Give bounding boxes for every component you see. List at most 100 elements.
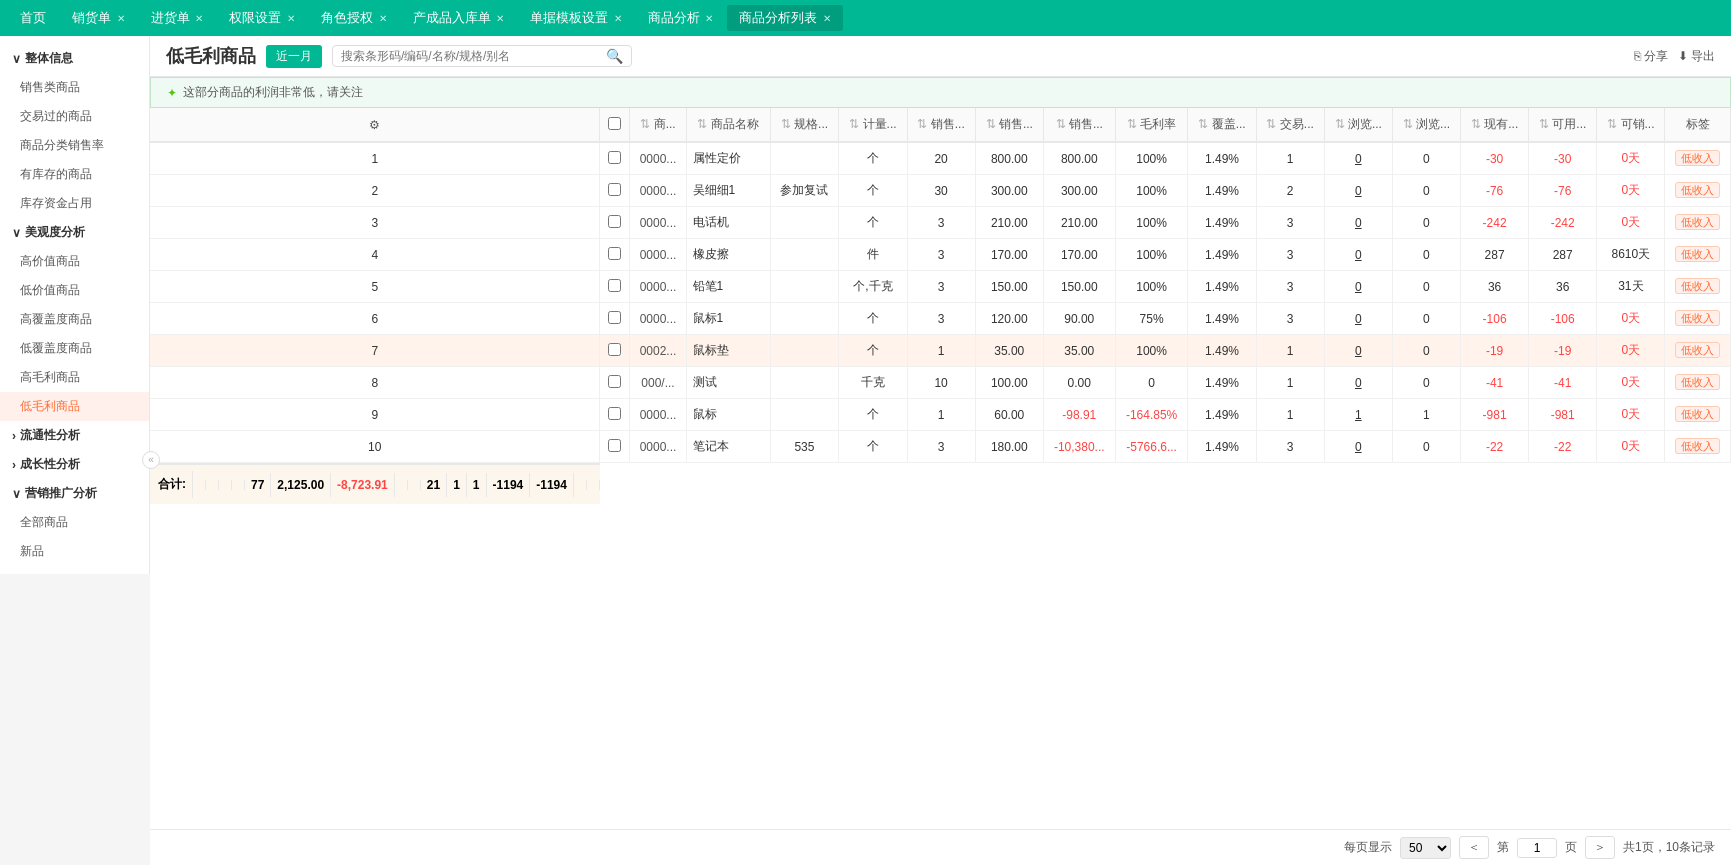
- row-checkbox-5[interactable]: [608, 311, 621, 324]
- sidebar-group-overall[interactable]: ∨ 整体信息: [0, 44, 149, 73]
- td-browse1-3[interactable]: 0: [1324, 239, 1392, 271]
- row-checkbox-0[interactable]: [608, 151, 621, 164]
- th-gross-margin[interactable]: ⇅ 毛利率: [1115, 108, 1188, 142]
- sidebar-item-capital[interactable]: 库存资金占用: [0, 189, 149, 218]
- td-checkbox-7[interactable]: [600, 367, 630, 399]
- nav-sales-close[interactable]: ✕: [117, 13, 125, 24]
- th-sales-profit[interactable]: ⇅ 销售...: [1043, 108, 1115, 142]
- td-browse1-8[interactable]: 1: [1324, 399, 1392, 431]
- td-browse1-5[interactable]: 0: [1324, 303, 1392, 335]
- row-checkbox-8[interactable]: [608, 407, 621, 420]
- nav-sales[interactable]: 销货单 ✕: [60, 5, 137, 31]
- td-browse1-7[interactable]: 0: [1324, 367, 1392, 399]
- row-checkbox-2[interactable]: [608, 215, 621, 228]
- th-tag[interactable]: 标签: [1665, 108, 1731, 142]
- td-sales-price-4: 150.00: [975, 271, 1043, 303]
- td-browse1-2[interactable]: 0: [1324, 207, 1392, 239]
- td-checkbox-9[interactable]: [600, 431, 630, 463]
- sidebar-item-high-margin[interactable]: 高毛利商品: [0, 363, 149, 392]
- td-gross-margin-7: 0: [1115, 367, 1188, 399]
- row-checkbox-9[interactable]: [608, 439, 621, 452]
- row-checkbox-3[interactable]: [608, 247, 621, 260]
- filter-recent-month-btn[interactable]: 近一月: [266, 45, 322, 68]
- nav-permission[interactable]: 权限设置 ✕: [217, 5, 307, 31]
- td-checkbox-5[interactable]: [600, 303, 630, 335]
- nav-product-entry[interactable]: 产成品入库单 ✕: [401, 5, 517, 31]
- nav-goods-analysis-list-close[interactable]: ✕: [823, 13, 831, 24]
- td-checkbox-4[interactable]: [600, 271, 630, 303]
- nav-goods-analysis-list[interactable]: 商品分析列表 ✕: [727, 5, 843, 31]
- sidebar-item-category-rate[interactable]: 商品分类销售率: [0, 131, 149, 160]
- export-btn[interactable]: ⬇ 导出: [1678, 48, 1715, 65]
- row-checkbox-4[interactable]: [608, 279, 621, 292]
- th-code[interactable]: ⇅ 商...: [630, 108, 686, 142]
- select-all-checkbox[interactable]: [608, 117, 621, 130]
- td-browse1-9[interactable]: 0: [1324, 431, 1392, 463]
- nav-role[interactable]: 角色授权 ✕: [309, 5, 399, 31]
- th-browse1[interactable]: ⇅ 浏览...: [1324, 108, 1392, 142]
- td-name-1: 吴细细1: [686, 175, 770, 207]
- nav-product-entry-close[interactable]: ✕: [496, 13, 504, 24]
- sidebar-collapse-btn[interactable]: «: [142, 451, 160, 469]
- th-transaction[interactable]: ⇅ 交易...: [1256, 108, 1324, 142]
- per-page-select[interactable]: 20 50 100: [1400, 837, 1451, 859]
- th-unit[interactable]: ⇅ 计量...: [839, 108, 907, 142]
- nav-goods-analysis[interactable]: 商品分析 ✕: [636, 5, 726, 31]
- sidebar-item-high-coverage[interactable]: 高覆盖度商品: [0, 305, 149, 334]
- row-checkbox-6[interactable]: [608, 343, 621, 356]
- sidebar-item-low-value[interactable]: 低价值商品: [0, 276, 149, 305]
- nav-purchase[interactable]: 进货单 ✕: [139, 5, 216, 31]
- th-name[interactable]: ⇅ 商品名称: [686, 108, 770, 142]
- td-checkbox-2[interactable]: [600, 207, 630, 239]
- sidebar-group-marketing[interactable]: ∨ 营销推广分析: [0, 479, 149, 508]
- search-icon[interactable]: 🔍: [606, 48, 623, 64]
- sidebar-group-growth[interactable]: › 成长性分析: [0, 450, 149, 479]
- nav-home[interactable]: 首页: [8, 5, 58, 31]
- sidebar-item-new-goods[interactable]: 新品: [0, 537, 149, 566]
- nav-template[interactable]: 单据模板设置 ✕: [518, 5, 634, 31]
- sort-icon-10: ⇅: [1266, 117, 1276, 131]
- row-checkbox-1[interactable]: [608, 183, 621, 196]
- sidebar-item-low-margin[interactable]: 低毛利商品: [0, 392, 149, 421]
- nav-goods-analysis-close[interactable]: ✕: [705, 13, 713, 24]
- nav-template-close[interactable]: ✕: [614, 13, 622, 24]
- td-checkbox-6[interactable]: [600, 335, 630, 367]
- nav-purchase-close[interactable]: ✕: [195, 13, 203, 24]
- td-browse1-6[interactable]: 0: [1324, 335, 1392, 367]
- th-checkbox[interactable]: [600, 108, 630, 142]
- td-checkbox-1[interactable]: [600, 175, 630, 207]
- sidebar-group-aesthetic[interactable]: ∨ 美观度分析: [0, 218, 149, 247]
- sidebar-item-stocked-goods[interactable]: 有库存的商品: [0, 160, 149, 189]
- prev-page-btn[interactable]: ＜: [1459, 836, 1489, 859]
- th-sales-count[interactable]: ⇅ 销售...: [907, 108, 975, 142]
- th-browse2[interactable]: ⇅ 浏览...: [1392, 108, 1460, 142]
- td-available-7: -41: [1529, 367, 1597, 399]
- td-browse1-4[interactable]: 0: [1324, 271, 1392, 303]
- td-checkbox-8[interactable]: [600, 399, 630, 431]
- th-saleable[interactable]: ⇅ 可销...: [1597, 108, 1665, 142]
- sidebar-item-high-value[interactable]: 高价值商品: [0, 247, 149, 276]
- th-current[interactable]: ⇅ 现有...: [1461, 108, 1529, 142]
- sidebar-item-sales-goods[interactable]: 销售类商品: [0, 73, 149, 102]
- td-available-8: -981: [1529, 399, 1597, 431]
- td-browse1-1[interactable]: 0: [1324, 175, 1392, 207]
- td-checkbox-3[interactable]: [600, 239, 630, 271]
- next-page-btn[interactable]: ＞: [1585, 836, 1615, 859]
- th-settings[interactable]: ⚙: [150, 108, 600, 142]
- sidebar-item-all-goods[interactable]: 全部商品: [0, 508, 149, 537]
- td-checkbox-0[interactable]: [600, 142, 630, 175]
- nav-permission-close[interactable]: ✕: [287, 13, 295, 24]
- sidebar-item-low-coverage[interactable]: 低覆盖度商品: [0, 334, 149, 363]
- nav-role-close[interactable]: ✕: [379, 13, 387, 24]
- sidebar-group-liquidity[interactable]: › 流通性分析: [0, 421, 149, 450]
- th-coverage[interactable]: ⇅ 覆盖...: [1188, 108, 1256, 142]
- share-btn[interactable]: ⎘ 分享: [1634, 48, 1668, 65]
- search-input[interactable]: [341, 49, 606, 63]
- sidebar-item-traded-goods[interactable]: 交易过的商品: [0, 102, 149, 131]
- td-browse1-0[interactable]: 0: [1324, 142, 1392, 175]
- th-available[interactable]: ⇅ 可用...: [1529, 108, 1597, 142]
- th-sales-price[interactable]: ⇅ 销售...: [975, 108, 1043, 142]
- page-input[interactable]: [1517, 838, 1557, 858]
- row-checkbox-7[interactable]: [608, 375, 621, 388]
- th-spec[interactable]: ⇅ 规格...: [770, 108, 839, 142]
